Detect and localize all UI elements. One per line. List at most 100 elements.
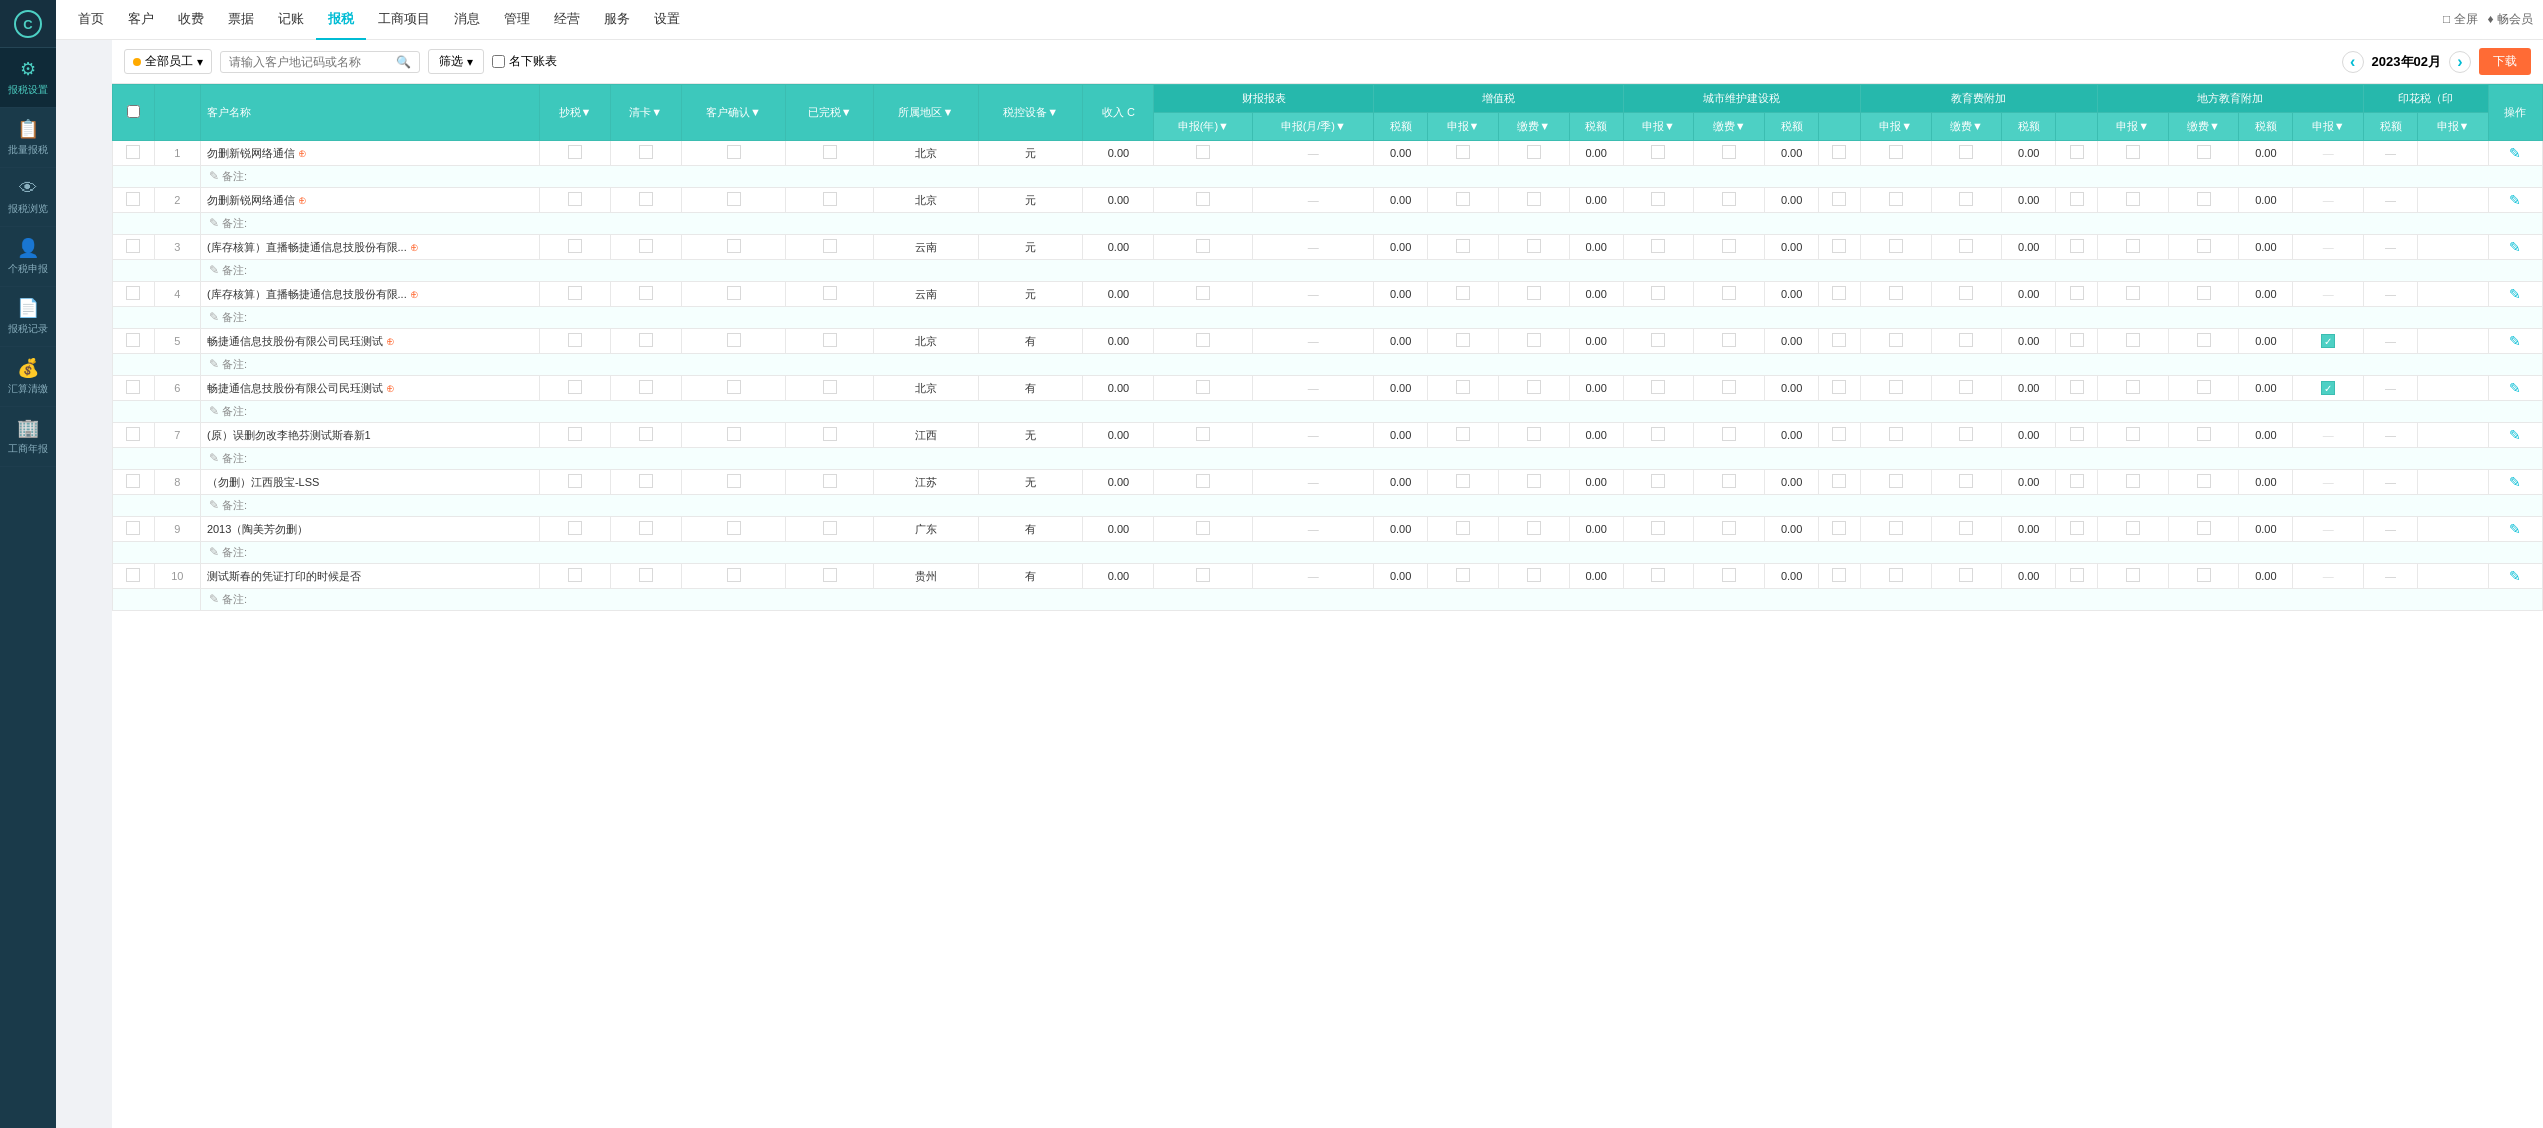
edit-cell[interactable]: ✎ bbox=[2488, 564, 2542, 589]
edit-cell[interactable]: ✎ bbox=[2488, 329, 2542, 354]
empty-checkbox[interactable] bbox=[1196, 568, 1210, 582]
empty-checkbox[interactable] bbox=[1722, 333, 1736, 347]
empty-checkbox[interactable] bbox=[1832, 380, 1846, 394]
empty-checkbox[interactable] bbox=[1889, 521, 1903, 535]
empty-checkbox[interactable] bbox=[1722, 239, 1736, 253]
empty-checkbox[interactable] bbox=[727, 380, 741, 394]
search-box[interactable]: 🔍 bbox=[220, 51, 420, 73]
edit-icon[interactable]: ✎ bbox=[2509, 286, 2521, 302]
empty-checkbox[interactable] bbox=[1196, 521, 1210, 535]
edit-icon[interactable]: ✎ bbox=[2509, 427, 2521, 443]
empty-checkbox[interactable] bbox=[1722, 568, 1736, 582]
empty-checkbox[interactable] bbox=[823, 239, 837, 253]
empty-checkbox[interactable] bbox=[2197, 521, 2211, 535]
edit-icon[interactable]: ✎ bbox=[2509, 474, 2521, 490]
edit-icon[interactable]: ✎ bbox=[2509, 333, 2521, 349]
empty-checkbox[interactable] bbox=[1651, 474, 1665, 488]
empty-checkbox[interactable] bbox=[1889, 286, 1903, 300]
empty-checkbox[interactable] bbox=[126, 568, 140, 582]
empty-checkbox[interactable] bbox=[1959, 380, 1973, 394]
download-button[interactable]: 下载 bbox=[2479, 48, 2531, 75]
empty-checkbox[interactable] bbox=[1527, 380, 1541, 394]
empty-checkbox[interactable] bbox=[727, 568, 741, 582]
empty-checkbox[interactable] bbox=[568, 474, 582, 488]
empty-checkbox[interactable] bbox=[1722, 474, 1736, 488]
empty-checkbox[interactable] bbox=[1196, 380, 1210, 394]
empty-checkbox[interactable] bbox=[1889, 474, 1903, 488]
edit-cell[interactable]: ✎ bbox=[2488, 188, 2542, 213]
empty-checkbox[interactable] bbox=[2197, 427, 2211, 441]
empty-checkbox[interactable] bbox=[1456, 239, 1470, 253]
pencil-icon[interactable]: ✎ bbox=[209, 169, 219, 183]
empty-checkbox[interactable] bbox=[1722, 192, 1736, 206]
empty-checkbox[interactable] bbox=[568, 333, 582, 347]
empty-checkbox[interactable] bbox=[1832, 333, 1846, 347]
empty-checkbox[interactable] bbox=[1722, 286, 1736, 300]
empty-checkbox[interactable] bbox=[639, 192, 653, 206]
empty-checkbox[interactable] bbox=[1456, 380, 1470, 394]
sidebar-item-personal-tax[interactable]: 👤 个税申报 bbox=[0, 227, 56, 287]
empty-checkbox[interactable] bbox=[568, 239, 582, 253]
empty-checkbox[interactable] bbox=[1959, 239, 1973, 253]
empty-checkbox[interactable] bbox=[1832, 474, 1846, 488]
empty-checkbox[interactable] bbox=[1832, 192, 1846, 206]
empty-checkbox[interactable] bbox=[1889, 380, 1903, 394]
empty-checkbox[interactable] bbox=[1889, 333, 1903, 347]
empty-checkbox[interactable] bbox=[1959, 286, 1973, 300]
sidebar-item-batch-tax[interactable]: 📋 批量报税 bbox=[0, 108, 56, 168]
empty-checkbox[interactable] bbox=[1959, 474, 1973, 488]
empty-checkbox[interactable] bbox=[1832, 239, 1846, 253]
pencil-icon[interactable]: ✎ bbox=[209, 451, 219, 465]
empty-checkbox[interactable] bbox=[2070, 333, 2084, 347]
empty-checkbox[interactable] bbox=[1196, 192, 1210, 206]
pencil-icon[interactable]: ✎ bbox=[209, 216, 219, 230]
edit-icon[interactable]: ✎ bbox=[2509, 192, 2521, 208]
empty-checkbox[interactable] bbox=[2126, 145, 2140, 159]
empty-checkbox[interactable] bbox=[1196, 286, 1210, 300]
empty-checkbox[interactable] bbox=[1889, 427, 1903, 441]
sidebar-item-tax-settings[interactable]: ⚙ 报税设置 bbox=[0, 48, 56, 108]
empty-checkbox[interactable] bbox=[2197, 568, 2211, 582]
empty-checkbox[interactable] bbox=[1959, 568, 1973, 582]
empty-checkbox[interactable] bbox=[639, 333, 653, 347]
empty-checkbox[interactable] bbox=[727, 521, 741, 535]
empty-checkbox[interactable] bbox=[2126, 239, 2140, 253]
empty-checkbox[interactable] bbox=[2197, 286, 2211, 300]
empty-checkbox[interactable] bbox=[1196, 474, 1210, 488]
empty-checkbox[interactable] bbox=[2126, 474, 2140, 488]
empty-checkbox[interactable] bbox=[2126, 427, 2140, 441]
edit-icon[interactable]: ✎ bbox=[2509, 239, 2521, 255]
empty-checkbox[interactable] bbox=[2070, 145, 2084, 159]
edit-cell[interactable]: ✎ bbox=[2488, 235, 2542, 260]
empty-checkbox[interactable] bbox=[639, 521, 653, 535]
empty-checkbox[interactable] bbox=[1722, 380, 1736, 394]
empty-checkbox[interactable] bbox=[2197, 145, 2211, 159]
named-list-checkbox[interactable]: 名下账表 bbox=[492, 53, 557, 70]
empty-checkbox[interactable] bbox=[126, 239, 140, 253]
empty-checkbox[interactable] bbox=[1959, 521, 1973, 535]
empty-checkbox[interactable] bbox=[1527, 145, 1541, 159]
sidebar-item-annual-report[interactable]: 🏢 工商年报 bbox=[0, 407, 56, 467]
empty-checkbox[interactable] bbox=[639, 568, 653, 582]
empty-checkbox[interactable] bbox=[2070, 380, 2084, 394]
empty-checkbox[interactable] bbox=[1456, 192, 1470, 206]
empty-checkbox[interactable] bbox=[568, 145, 582, 159]
empty-checkbox[interactable] bbox=[727, 192, 741, 206]
empty-checkbox[interactable] bbox=[727, 239, 741, 253]
empty-checkbox[interactable] bbox=[1832, 568, 1846, 582]
edit-icon[interactable]: ✎ bbox=[2509, 145, 2521, 161]
empty-checkbox[interactable] bbox=[2126, 568, 2140, 582]
empty-checkbox[interactable] bbox=[1959, 333, 1973, 347]
empty-checkbox[interactable] bbox=[727, 474, 741, 488]
edit-icon[interactable]: ✎ bbox=[2509, 521, 2521, 537]
empty-checkbox[interactable] bbox=[2070, 568, 2084, 582]
empty-checkbox[interactable] bbox=[1527, 521, 1541, 535]
empty-checkbox[interactable] bbox=[823, 145, 837, 159]
empty-checkbox[interactable] bbox=[823, 333, 837, 347]
empty-checkbox[interactable] bbox=[1196, 427, 1210, 441]
next-month-btn[interactable]: › bbox=[2449, 51, 2471, 73]
empty-checkbox[interactable] bbox=[1527, 474, 1541, 488]
empty-checkbox[interactable] bbox=[1456, 145, 1470, 159]
empty-checkbox[interactable] bbox=[568, 521, 582, 535]
empty-checkbox[interactable] bbox=[639, 474, 653, 488]
